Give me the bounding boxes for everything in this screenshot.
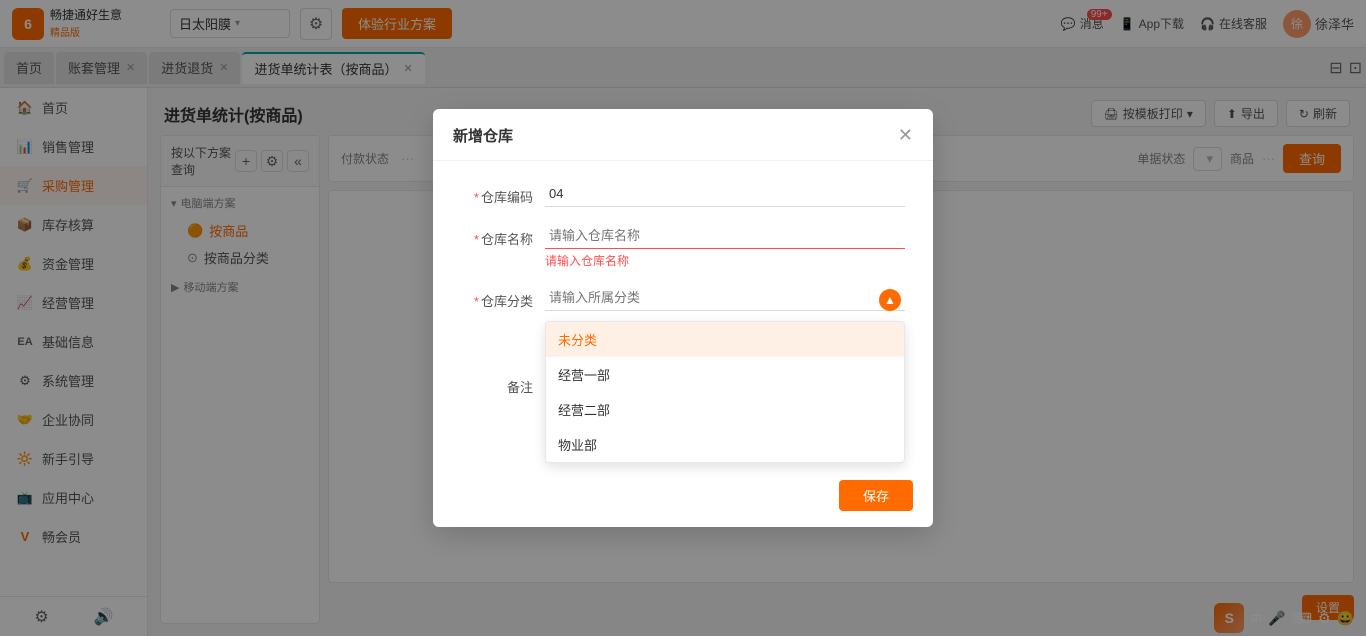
- code-input[interactable]: [545, 181, 905, 207]
- name-label: *仓库名称: [461, 223, 533, 248]
- save-button[interactable]: 保存: [839, 480, 913, 511]
- dialog-body: *仓库编码 *仓库名称 请输入仓库名称 *仓库分类: [433, 161, 933, 470]
- add-warehouse-dialog: 新增仓库 ✕ *仓库编码 *仓库名称 请输入仓库名称: [433, 109, 933, 527]
- form-row-category: *仓库分类 ▲ 未分类 经营一部 经营二部 物业部: [461, 285, 905, 311]
- name-input[interactable]: [545, 223, 905, 249]
- code-label: *仓库编码: [461, 181, 533, 206]
- name-input-wrap: 请输入仓库名称: [545, 223, 905, 269]
- category-option-ops2[interactable]: 经营二部: [546, 392, 904, 427]
- name-error-message: 请输入仓库名称: [545, 252, 905, 269]
- category-dropdown: 未分类 经营一部 经营二部 物业部: [545, 321, 905, 463]
- category-label: *仓库分类: [461, 285, 533, 310]
- code-input-wrap: [545, 181, 905, 207]
- dialog-title: 新增仓库: [453, 125, 513, 146]
- category-option-property[interactable]: 物业部: [546, 427, 904, 462]
- form-row-name: *仓库名称 请输入仓库名称: [461, 223, 905, 269]
- category-input[interactable]: [545, 285, 905, 311]
- dialog-header: 新增仓库 ✕: [433, 109, 933, 161]
- form-row-code: *仓库编码: [461, 181, 905, 207]
- category-dropdown-toggle[interactable]: ▲: [879, 289, 901, 311]
- category-option-ops1[interactable]: 经营一部: [546, 357, 904, 392]
- modal-overlay: 新增仓库 ✕ *仓库编码 *仓库名称 请输入仓库名称: [0, 0, 1366, 636]
- notes-label: 备注: [461, 371, 533, 396]
- category-option-unclassified[interactable]: 未分类: [546, 322, 904, 357]
- dialog-footer: 保存: [433, 470, 933, 527]
- dialog-close-button[interactable]: ✕: [898, 125, 913, 146]
- category-input-wrap: ▲ 未分类 经营一部 经营二部 物业部: [545, 285, 905, 311]
